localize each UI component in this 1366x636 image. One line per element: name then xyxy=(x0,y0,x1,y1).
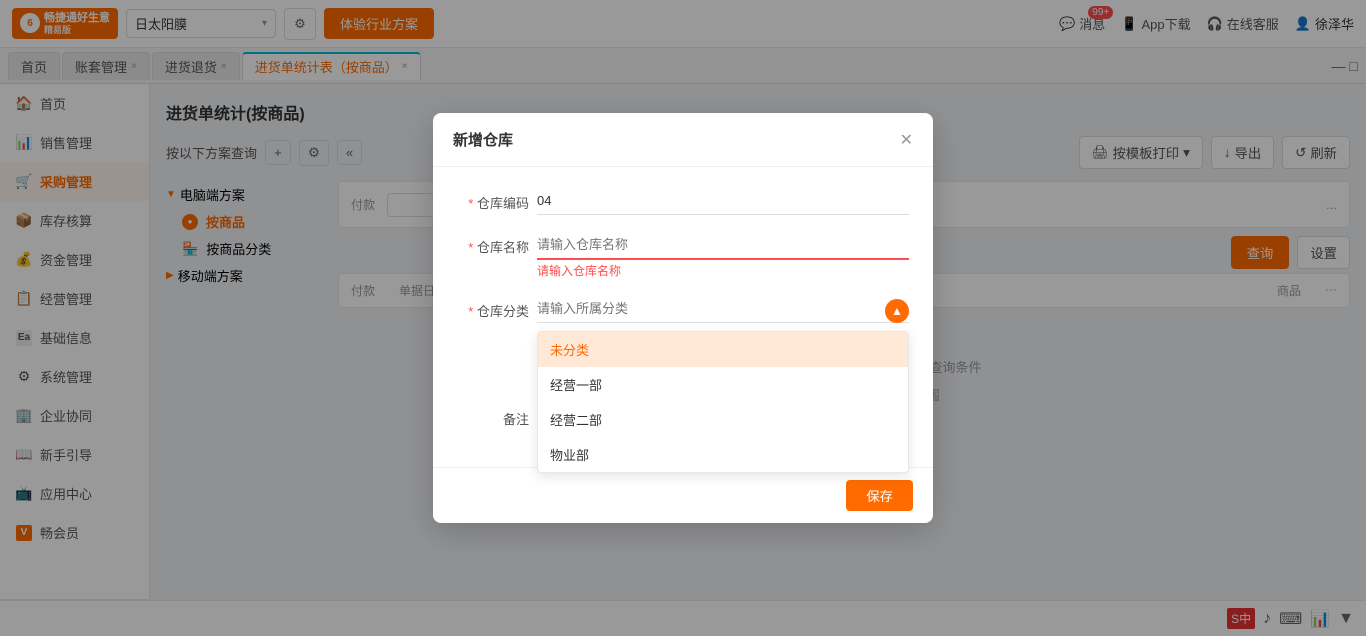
name-label: * 仓库名称 xyxy=(457,231,537,256)
modal-close-button[interactable]: ✕ xyxy=(900,130,913,150)
form-row-classify: * 仓库分类 ▲ 未分类 经营一部 经营二部 物业部 xyxy=(457,295,909,323)
modal-body: * 仓库编码 * 仓库名称 请输入仓库名称 xyxy=(433,167,933,467)
dropdown-item-dept2[interactable]: 经营二部 xyxy=(538,402,908,437)
form-row-code: * 仓库编码 xyxy=(457,187,909,215)
modal-overlay: 新增仓库 ✕ * 仓库编码 * 仓库名称 xyxy=(0,0,1366,636)
name-input[interactable] xyxy=(537,231,909,260)
form-row-name: * 仓库名称 请输入仓库名称 xyxy=(457,231,909,279)
required-star-classify: * xyxy=(468,304,473,319)
new-warehouse-modal: 新增仓库 ✕ * 仓库编码 * 仓库名称 xyxy=(433,113,933,523)
required-star-code: * xyxy=(468,196,473,211)
code-field xyxy=(537,187,909,215)
dropdown-item-unclassified[interactable]: 未分类 xyxy=(538,332,908,367)
dropdown-item-dept1[interactable]: 经营一部 xyxy=(538,367,908,402)
code-input[interactable] xyxy=(537,187,909,215)
remark-label: 备注 xyxy=(457,403,537,428)
required-star-name: * xyxy=(468,240,473,255)
name-field: 请输入仓库名称 xyxy=(537,231,909,279)
modal-title: 新增仓库 xyxy=(453,129,513,150)
dropdown-item-property[interactable]: 物业部 xyxy=(538,437,908,472)
code-label: * 仓库编码 xyxy=(457,187,537,212)
classify-toggle-button[interactable]: ▲ xyxy=(885,299,909,323)
classify-field: ▲ 未分类 经营一部 经营二部 物业部 xyxy=(537,295,909,323)
classify-input[interactable] xyxy=(537,295,909,323)
modal-footer: 保存 xyxy=(433,467,933,523)
name-error-msg: 请输入仓库名称 xyxy=(537,262,909,279)
classify-dropdown: 未分类 经营一部 经营二部 物业部 xyxy=(537,331,909,473)
save-button[interactable]: 保存 xyxy=(846,480,913,511)
classify-label: * 仓库分类 xyxy=(457,295,537,320)
modal-header: 新增仓库 ✕ xyxy=(433,113,933,167)
